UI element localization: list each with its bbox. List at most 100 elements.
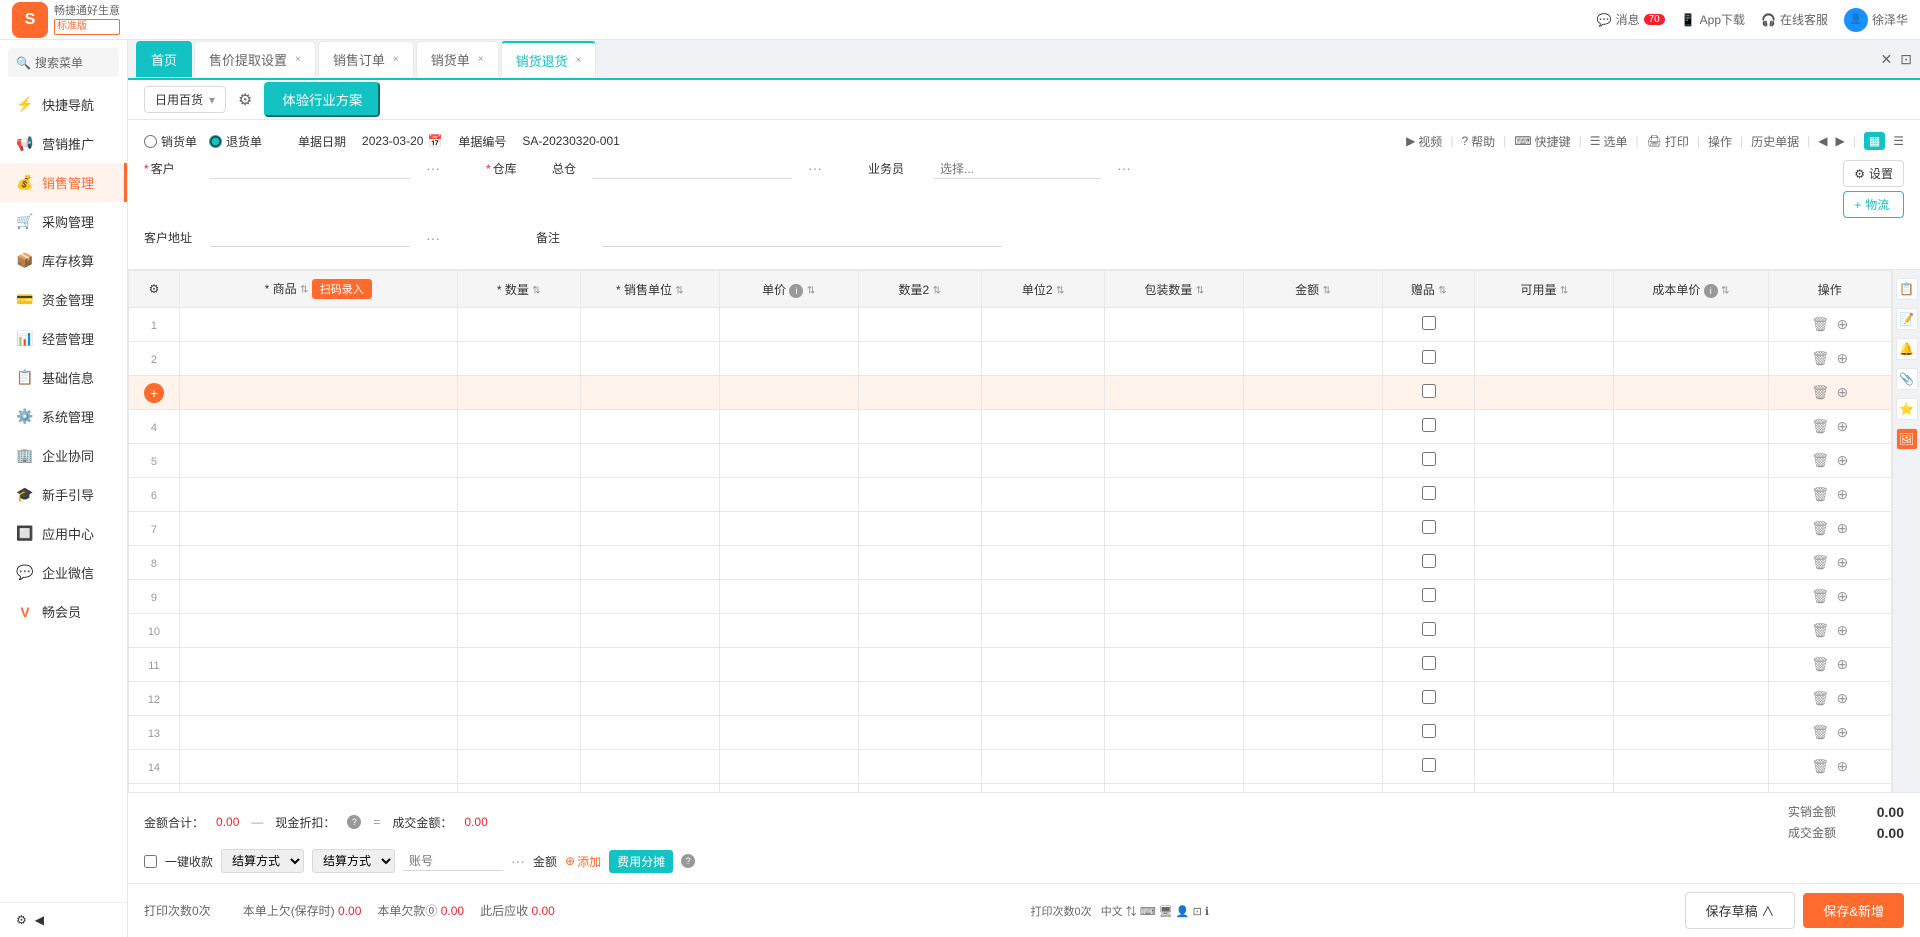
available-cell[interactable]: [1475, 342, 1614, 376]
amount-cell[interactable]: [1244, 784, 1383, 793]
sidebar-item-wechat[interactable]: 💬 企业微信: [0, 553, 127, 592]
unit2-cell[interactable]: [981, 614, 1104, 648]
list-view-btn[interactable]: ☰: [1893, 134, 1904, 148]
unit-price-cell[interactable]: [719, 580, 858, 614]
unit-price-cell[interactable]: [719, 750, 858, 784]
sale-unit-cell[interactable]: [580, 716, 719, 750]
customer-dots[interactable]: ···: [426, 160, 440, 176]
unit-price-cell[interactable]: [719, 410, 858, 444]
radio-sale-bill[interactable]: 销货单: [144, 133, 197, 150]
amount-cell[interactable]: [1244, 546, 1383, 580]
amount-cell[interactable]: [1244, 614, 1383, 648]
remark-input[interactable]: [602, 228, 1002, 247]
user-profile-btn[interactable]: 👤 徐泽华: [1844, 8, 1908, 32]
available-cell[interactable]: [1475, 580, 1614, 614]
copy-row-btn[interactable]: ⊕: [1834, 416, 1850, 437]
cost-unit-cell[interactable]: [1614, 580, 1768, 614]
qty2-cell[interactable]: [858, 512, 981, 546]
product-cell[interactable]: [179, 580, 457, 614]
gift-cell[interactable]: [1382, 546, 1475, 580]
delete-row-btn[interactable]: 🗑: [1809, 756, 1831, 777]
available-cell[interactable]: [1475, 512, 1614, 546]
qty2-cell[interactable]: [858, 376, 981, 410]
tab-home[interactable]: 首页: [136, 41, 192, 77]
gift-cell[interactable]: [1382, 308, 1475, 342]
fee-question-icon[interactable]: ?: [681, 854, 695, 868]
delete-row-btn[interactable]: 🗑: [1809, 654, 1831, 675]
sidebar-item-shortcuts[interactable]: ⚡ 快捷导航: [0, 85, 127, 124]
sidebar-search-area[interactable]: 🔍 搜索菜单: [0, 40, 127, 85]
sidebar-item-operations[interactable]: 📊 经营管理: [0, 319, 127, 358]
tab-sale-order-close[interactable]: ×: [393, 54, 399, 65]
address-input[interactable]: [210, 228, 410, 247]
qty2-cell[interactable]: [858, 648, 981, 682]
gift-checkbox[interactable]: [1422, 690, 1436, 704]
qty2-cell[interactable]: [858, 410, 981, 444]
gift-checkbox[interactable]: [1422, 520, 1436, 534]
copy-row-btn[interactable]: ⊕: [1834, 382, 1850, 403]
sale-unit-cell[interactable]: [580, 308, 719, 342]
add-logistics-btn[interactable]: + 物流: [1843, 191, 1904, 218]
gift-cell[interactable]: [1382, 444, 1475, 478]
shortcut-btn[interactable]: ⌨ 快捷键: [1514, 133, 1570, 150]
scan-input-btn[interactable]: 扫码录入: [312, 279, 372, 299]
qty2-cell[interactable]: [858, 716, 981, 750]
gift-cell[interactable]: [1382, 750, 1475, 784]
account-dots[interactable]: ···: [511, 853, 525, 869]
sale-unit-cell[interactable]: [580, 750, 719, 784]
unit2-cell[interactable]: [981, 648, 1104, 682]
pack-qty-cell[interactable]: [1105, 750, 1244, 784]
sale-unit-cell[interactable]: [580, 410, 719, 444]
unit2-cell[interactable]: [981, 784, 1104, 793]
delete-row-btn[interactable]: 🗑: [1809, 620, 1831, 641]
amount-cell[interactable]: [1244, 580, 1383, 614]
product-cell[interactable]: [179, 376, 457, 410]
staff-dots[interactable]: ···: [1117, 160, 1131, 176]
gift-checkbox[interactable]: [1422, 486, 1436, 500]
available-cell[interactable]: [1475, 682, 1614, 716]
sale-unit-cell[interactable]: [580, 682, 719, 716]
pack-qty-cell[interactable]: [1105, 308, 1244, 342]
qty-cell[interactable]: [457, 546, 580, 580]
address-dots[interactable]: ···: [426, 230, 440, 246]
amount-cell[interactable]: [1244, 478, 1383, 512]
fee-split-btn[interactable]: 费用分摊: [609, 850, 673, 873]
radio-return-bill[interactable]: 退货单: [209, 133, 262, 150]
available-cell[interactable]: [1475, 410, 1614, 444]
delete-row-btn[interactable]: 🗑: [1809, 586, 1831, 607]
panel-icon-2[interactable]: 📝: [1896, 308, 1918, 330]
product-cell[interactable]: [179, 546, 457, 580]
sidebar-item-member[interactable]: V 畅会员: [0, 592, 127, 631]
tab-sale-bill[interactable]: 销货单 ×: [416, 41, 499, 77]
sidebar-item-purchase[interactable]: 🛒 采购管理: [0, 202, 127, 241]
unit-price-cell[interactable]: [719, 648, 858, 682]
sale-unit-cell[interactable]: [580, 580, 719, 614]
settings-btn[interactable]: ⚙ 设置: [1843, 160, 1904, 187]
experience-plan-btn[interactable]: 体验行业方案: [264, 82, 380, 117]
prev-bill-btn[interactable]: ◀: [1818, 134, 1827, 148]
restore-window-btn[interactable]: ⊡: [1900, 51, 1912, 68]
delete-row-btn[interactable]: 🗑: [1809, 450, 1831, 471]
available-cell[interactable]: [1475, 444, 1614, 478]
cost-unit-cell[interactable]: [1614, 308, 1768, 342]
warehouse-dots[interactable]: ···: [808, 160, 822, 176]
available-cell[interactable]: [1475, 784, 1614, 793]
pack-qty-cell[interactable]: [1105, 614, 1244, 648]
gift-cell[interactable]: [1382, 682, 1475, 716]
sort-unit-icon[interactable]: ⇅: [675, 285, 683, 296]
sidebar-item-apps[interactable]: 🔲 应用中心: [0, 514, 127, 553]
sort-qty2-icon[interactable]: ⇅: [933, 285, 941, 296]
sort-price-icon[interactable]: ⇅: [807, 285, 815, 296]
delete-row-btn[interactable]: 🗑: [1809, 552, 1831, 573]
tab-sale-return-close[interactable]: ×: [576, 55, 582, 66]
unit2-cell[interactable]: [981, 410, 1104, 444]
gift-checkbox[interactable]: [1422, 656, 1436, 670]
pack-qty-cell[interactable]: [1105, 376, 1244, 410]
amount-cell[interactable]: [1244, 444, 1383, 478]
qty2-cell[interactable]: [858, 750, 981, 784]
cost-unit-cell[interactable]: [1614, 648, 1768, 682]
sale-unit-cell[interactable]: [580, 784, 719, 793]
gift-checkbox[interactable]: [1422, 758, 1436, 772]
next-bill-btn[interactable]: ▶: [1836, 134, 1845, 148]
grid-view-btn[interactable]: ▦: [1864, 132, 1885, 150]
